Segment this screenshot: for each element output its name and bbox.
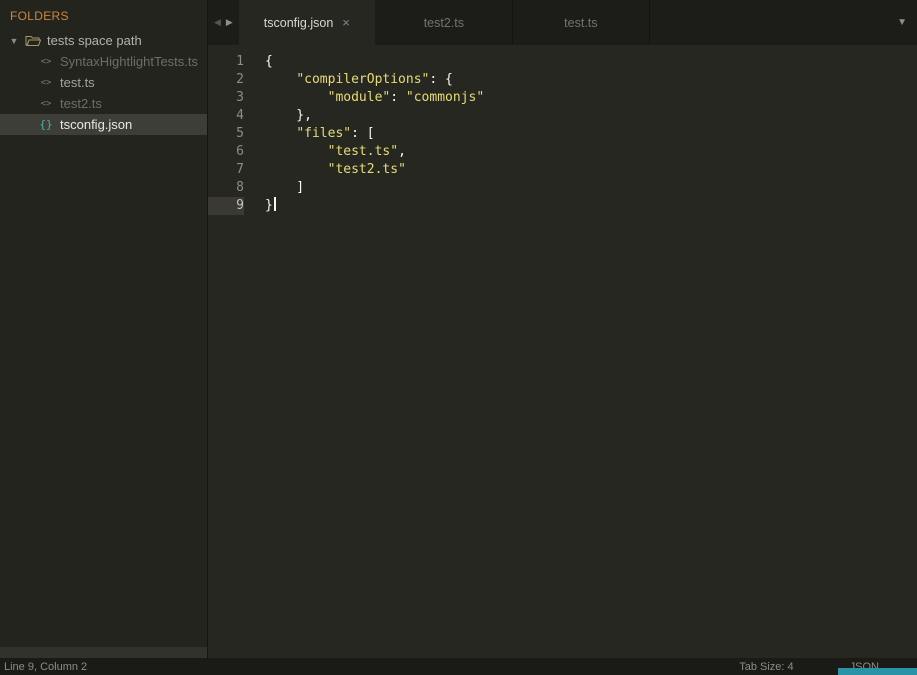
- string-token: "commonjs": [406, 90, 484, 105]
- punctuation-token: ]: [265, 180, 304, 195]
- code-line[interactable]: 5 "files": [: [208, 125, 917, 143]
- punctuation-token: [265, 72, 296, 87]
- sidebar-item-test.ts[interactable]: <> test.ts: [0, 72, 207, 93]
- code-line[interactable]: 4 },: [208, 107, 917, 125]
- content-area: FOLDERS ▼ tests space path <> SyntaxHight…: [0, 0, 917, 658]
- code-text: "files": [: [265, 125, 375, 143]
- close-icon[interactable]: ×: [342, 16, 350, 29]
- tab-label: test2.ts: [424, 16, 464, 30]
- punctuation-token: }: [265, 198, 273, 213]
- punctuation-token: [265, 126, 296, 141]
- line-number: 6: [208, 143, 244, 161]
- sidebar-item-test2.ts[interactable]: <> test2.ts: [0, 93, 207, 114]
- code-editor[interactable]: 1{2 "compilerOptions": {3 "module": "com…: [208, 45, 917, 658]
- folder-icon: [25, 35, 41, 47]
- sidebar-folder-tests-space-path[interactable]: ▼ tests space path: [0, 30, 207, 51]
- code-text: ]: [265, 179, 304, 197]
- tab-size-indicator[interactable]: Tab Size: 4: [739, 661, 793, 673]
- punctuation-token: [265, 162, 328, 177]
- punctuation-token: },: [265, 108, 312, 123]
- tab-test2.ts[interactable]: test2.ts: [376, 0, 513, 45]
- sidebar-item-SyntaxHightlightTests.ts[interactable]: <> SyntaxHightlightTests.ts: [0, 51, 207, 72]
- line-number: 3: [208, 89, 244, 107]
- punctuation-token: : {: [429, 72, 452, 87]
- file-name: test2.ts: [60, 96, 102, 111]
- string-token: "module": [328, 90, 391, 105]
- folder-name: tests space path: [47, 33, 142, 48]
- code-text: "test2.ts": [265, 161, 406, 179]
- string-token: "test.ts": [328, 144, 398, 159]
- tab-label: test.ts: [564, 16, 597, 30]
- code-file-icon: <>: [38, 57, 54, 67]
- file-name: test.ts: [60, 75, 95, 90]
- line-number: 8: [208, 179, 244, 197]
- punctuation-token: {: [265, 54, 273, 69]
- tab-label: tsconfig.json: [264, 16, 333, 30]
- line-number: 4: [208, 107, 244, 125]
- folders-header: FOLDERS: [0, 0, 207, 30]
- punctuation-token: [265, 144, 328, 159]
- punctuation-token: [265, 90, 328, 105]
- code-file-icon: <>: [38, 99, 54, 109]
- line-number: 2: [208, 71, 244, 89]
- code-text: "module": "commonjs": [265, 89, 484, 107]
- string-token: "compilerOptions": [296, 72, 429, 87]
- string-token: "test2.ts": [328, 162, 406, 177]
- code-text: "compilerOptions": {: [265, 71, 453, 89]
- code-text: },: [265, 107, 312, 125]
- string-token: "files": [296, 126, 351, 141]
- app-window: FOLDERS ▼ tests space path <> SyntaxHight…: [0, 0, 917, 675]
- sidebar-horizontal-scrollbar[interactable]: [0, 647, 207, 658]
- punctuation-token: : [: [351, 126, 374, 141]
- braces-file-icon: {}: [38, 118, 54, 131]
- sidebar-file-list: <> SyntaxHightlightTests.ts <> test.ts <> tes…: [0, 51, 207, 135]
- status-accent-bar: [838, 668, 917, 675]
- punctuation-token: :: [390, 90, 406, 105]
- line-number: 9: [208, 197, 244, 215]
- tab-bar: ◀ ▶ tsconfig.json × test2.ts test.ts ▼: [208, 0, 917, 45]
- tab-nav-arrows: ◀ ▶: [208, 0, 239, 45]
- tab-tsconfig.json[interactable]: tsconfig.json ×: [239, 0, 376, 45]
- chevron-down-icon[interactable]: ▼: [9, 36, 19, 46]
- punctuation-token: ,: [398, 144, 406, 159]
- tab-scroll-left-icon[interactable]: ◀: [214, 17, 221, 28]
- sidebar: FOLDERS ▼ tests space path <> SyntaxHight…: [0, 0, 208, 658]
- file-name: SyntaxHightlightTests.ts: [60, 54, 198, 69]
- line-number: 5: [208, 125, 244, 143]
- code-line[interactable]: 3 "module": "commonjs": [208, 89, 917, 107]
- sidebar-item-tsconfig.json[interactable]: {} tsconfig.json: [0, 114, 207, 135]
- editor-group: ◀ ▶ tsconfig.json×test2.tstest.ts ▼ 1{2 …: [208, 0, 917, 658]
- code-line[interactable]: 1{: [208, 53, 917, 71]
- code-line[interactable]: 9}: [208, 197, 917, 215]
- code-line[interactable]: 6 "test.ts",: [208, 143, 917, 161]
- tabs-container: tsconfig.json × test2.ts test.ts: [239, 0, 650, 45]
- code-file-icon: <>: [38, 78, 54, 88]
- code-text: {: [265, 53, 273, 71]
- code-text: }: [265, 197, 276, 215]
- tab-overflow-icon[interactable]: ▼: [897, 17, 917, 28]
- code-line[interactable]: 2 "compilerOptions": {: [208, 71, 917, 89]
- line-number: 1: [208, 53, 244, 71]
- code-line[interactable]: 8 ]: [208, 179, 917, 197]
- code-text: "test.ts",: [265, 143, 406, 161]
- file-name: tsconfig.json: [60, 117, 132, 132]
- cursor-position-status: Line 9, Column 2: [4, 661, 87, 673]
- tab-test.ts[interactable]: test.ts: [513, 0, 650, 45]
- text-cursor: [274, 197, 276, 211]
- tab-scroll-right-icon[interactable]: ▶: [226, 17, 233, 28]
- code-area: 1{2 "compilerOptions": {3 "module": "com…: [208, 53, 917, 215]
- line-number: 7: [208, 161, 244, 179]
- code-line[interactable]: 7 "test2.ts": [208, 161, 917, 179]
- status-bar: Line 9, Column 2 Tab Size: 4 JSON: [0, 658, 917, 675]
